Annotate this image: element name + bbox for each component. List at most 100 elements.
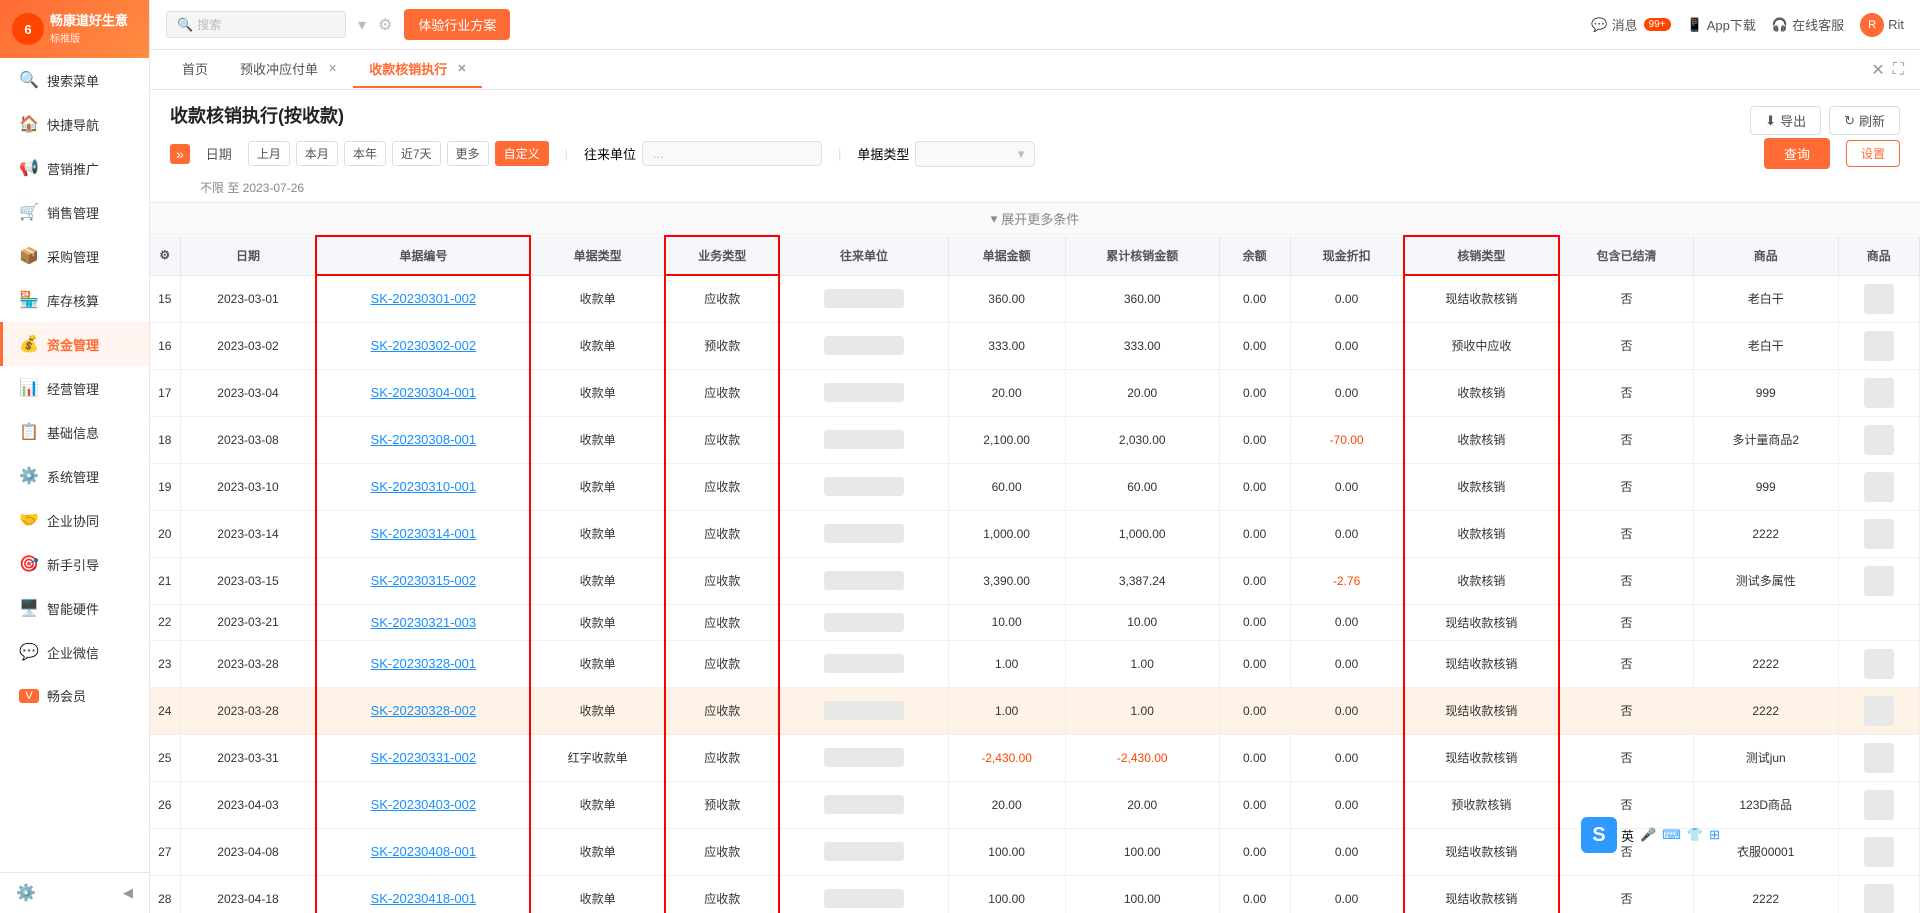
date-btn-custom[interactable]: 自定义 bbox=[495, 141, 549, 166]
tab-prepay[interactable]: 预收冲应付单 ✕ bbox=[224, 51, 353, 88]
sidebar-item-label: 销售管理 bbox=[47, 203, 99, 222]
cell-sn: SK-20230314-001 bbox=[316, 510, 530, 557]
sidebar-item-guide[interactable]: 🎯 新手引导 bbox=[0, 542, 149, 586]
sidebar-item-finance[interactable]: 💰 资金管理 bbox=[0, 322, 149, 366]
cell-goods1: 老白干 bbox=[1693, 322, 1838, 369]
online-service-group[interactable]: 🎧 在线客服 bbox=[1772, 15, 1844, 34]
sn-link[interactable]: SK-20230310-001 bbox=[371, 479, 477, 494]
message-group[interactable]: 💬 消息 99+ bbox=[1591, 15, 1670, 34]
cell-biz-type: 应收款 bbox=[665, 687, 779, 734]
cell-verify-type: 收款核销 bbox=[1404, 463, 1560, 510]
sn-link[interactable]: SK-20230302-002 bbox=[371, 338, 477, 353]
cell-balance: 0.00 bbox=[1219, 510, 1290, 557]
sn-link[interactable]: SK-20230304-001 bbox=[371, 385, 477, 400]
table-row: 24 2023-03-28 SK-20230328-002 收款单 应收款 1.… bbox=[150, 687, 1920, 734]
cell-biz-type: 应收款 bbox=[665, 416, 779, 463]
sn-link[interactable]: SK-20230308-001 bbox=[371, 432, 477, 447]
sn-link[interactable]: SK-20230331-002 bbox=[371, 750, 477, 765]
sidebar-item-label: 智能硬件 bbox=[47, 599, 99, 618]
sn-link[interactable]: SK-20230328-002 bbox=[371, 703, 477, 718]
cell-bill-type: 收款单 bbox=[530, 557, 665, 604]
sidebar-collapse-btn[interactable]: ◀ bbox=[123, 885, 133, 901]
sidebar-item-label: 基础信息 bbox=[47, 423, 99, 442]
sidebar-item-search[interactable]: 🔍 搜索菜单 bbox=[0, 58, 149, 102]
tab-home[interactable]: 首页 bbox=[166, 51, 224, 88]
cell-unit bbox=[779, 687, 948, 734]
cell-sn: SK-20230315-002 bbox=[316, 557, 530, 604]
expand-tab-icon[interactable]: ⛶ bbox=[1893, 61, 1904, 79]
sn-link[interactable]: SK-20230314-001 bbox=[371, 526, 477, 541]
sidebar-item-system[interactable]: ⚙️ 系统管理 bbox=[0, 454, 149, 498]
tab-verify-close-icon[interactable]: ✕ bbox=[457, 62, 466, 75]
sn-link[interactable]: SK-20230408-001 bbox=[371, 844, 477, 859]
close-tab-icon[interactable]: ✕ bbox=[1871, 60, 1884, 80]
sn-link[interactable]: SK-20230403-002 bbox=[371, 797, 477, 812]
sidebar-item-operations[interactable]: 📊 经营管理 bbox=[0, 366, 149, 410]
query-btn[interactable]: 查询 bbox=[1764, 138, 1830, 169]
sn-link[interactable]: SK-20230315-002 bbox=[371, 573, 477, 588]
refresh-btn[interactable]: ↻ 刷新 bbox=[1829, 106, 1900, 135]
app-download-group[interactable]: 📱 App下载 bbox=[1687, 15, 1756, 34]
cell-sn: SK-20230328-002 bbox=[316, 687, 530, 734]
sidebar-item-purchase[interactable]: 📦 采购管理 bbox=[0, 234, 149, 278]
expand-conditions-btn[interactable]: ▾ 展开更多条件 bbox=[991, 209, 1080, 228]
sidebar-item-marketing[interactable]: 📢 营销推广 bbox=[0, 146, 149, 190]
cell-bill-type: 收款单 bbox=[530, 640, 665, 687]
search-box[interactable]: 🔍 搜索 bbox=[166, 11, 346, 38]
cell-cum-amount: 333.00 bbox=[1065, 322, 1219, 369]
table-row: 18 2023-03-08 SK-20230308-001 收款单 应收款 2,… bbox=[150, 416, 1920, 463]
settings-filter-btn[interactable]: 设置 bbox=[1846, 140, 1900, 167]
sn-link[interactable]: SK-20230328-001 bbox=[371, 656, 477, 671]
sn-link[interactable]: SK-20230301-002 bbox=[371, 291, 477, 306]
sidebar-item-sales[interactable]: 🛒 销售管理 bbox=[0, 190, 149, 234]
export-btn[interactable]: ⬇ 导出 bbox=[1750, 106, 1821, 135]
sidebar-item-basic-info[interactable]: 📋 基础信息 bbox=[0, 410, 149, 454]
sidebar-bottom: ⚙️ ◀ bbox=[0, 872, 149, 913]
unit-input[interactable]: ... bbox=[642, 141, 822, 166]
table-container[interactable]: ⚙ 日期 单据编号 单据类型 业务类型 往来单位 单据金额 累计核销金额 余额 … bbox=[150, 235, 1920, 913]
dropdown-arrow-icon[interactable]: ▾ bbox=[358, 15, 366, 35]
cell-biz-type: 应收款 bbox=[665, 510, 779, 557]
operations-icon: 📊 bbox=[19, 378, 39, 398]
cell-seq: 23 bbox=[150, 640, 180, 687]
sidebar-item-member[interactable]: V 畅会员 bbox=[0, 674, 149, 717]
user-group[interactable]: R Rit bbox=[1860, 13, 1904, 37]
search-placeholder: 搜索 bbox=[197, 16, 221, 33]
sn-link[interactable]: SK-20230321-003 bbox=[371, 615, 477, 630]
cell-discount: 0.00 bbox=[1290, 828, 1403, 875]
date-btn-this-month[interactable]: 本月 bbox=[296, 141, 338, 166]
sidebar-settings-icon[interactable]: ⚙️ bbox=[16, 883, 36, 903]
sidebar-item-hardware[interactable]: 🖥️ 智能硬件 bbox=[0, 586, 149, 630]
col-gear[interactable]: ⚙ bbox=[150, 236, 180, 275]
cell-settled: 否 bbox=[1559, 557, 1693, 604]
cell-goods2 bbox=[1838, 875, 1919, 913]
date-btn-more[interactable]: 更多 bbox=[447, 141, 489, 166]
tab-verify[interactable]: 收款核销执行 ✕ bbox=[353, 51, 482, 88]
cell-amount: 10.00 bbox=[948, 604, 1065, 640]
expand-filter-icon[interactable]: » bbox=[170, 144, 190, 164]
sidebar-item-collab[interactable]: 🤝 企业协同 bbox=[0, 498, 149, 542]
col-bill-type: 单据类型 bbox=[530, 236, 665, 275]
col-unit: 往来单位 bbox=[779, 236, 948, 275]
tab-home-label: 首页 bbox=[182, 59, 208, 78]
settings-topbar-icon[interactable]: ⚙ bbox=[378, 15, 392, 35]
cell-verify-type: 现结收款核销 bbox=[1404, 275, 1560, 322]
inventory-icon: 🏪 bbox=[19, 290, 39, 310]
cell-bill-type: 红字收款单 bbox=[530, 734, 665, 781]
cell-seq: 28 bbox=[150, 875, 180, 913]
sidebar-item-nav[interactable]: 🏠 快捷导航 bbox=[0, 102, 149, 146]
date-btn-this-year[interactable]: 本年 bbox=[344, 141, 386, 166]
cell-unit bbox=[779, 875, 948, 913]
solution-btn[interactable]: 体验行业方案 bbox=[404, 9, 510, 40]
tab-prepay-close-icon[interactable]: ✕ bbox=[328, 62, 337, 75]
cell-bill-type: 收款单 bbox=[530, 875, 665, 913]
sidebar-item-inventory[interactable]: 🏪 库存核算 bbox=[0, 278, 149, 322]
cell-settled: 否 bbox=[1559, 275, 1693, 322]
sn-link[interactable]: SK-20230418-001 bbox=[371, 891, 477, 906]
cell-cum-amount: 1.00 bbox=[1065, 687, 1219, 734]
date-btn-last-month[interactable]: 上月 bbox=[248, 141, 290, 166]
date-btn-7days[interactable]: 近7天 bbox=[392, 141, 441, 166]
col-cum-amount: 累计核销金额 bbox=[1065, 236, 1219, 275]
type-select[interactable]: ▾ bbox=[915, 141, 1035, 167]
sidebar-item-weixin[interactable]: 💬 企业微信 bbox=[0, 630, 149, 674]
